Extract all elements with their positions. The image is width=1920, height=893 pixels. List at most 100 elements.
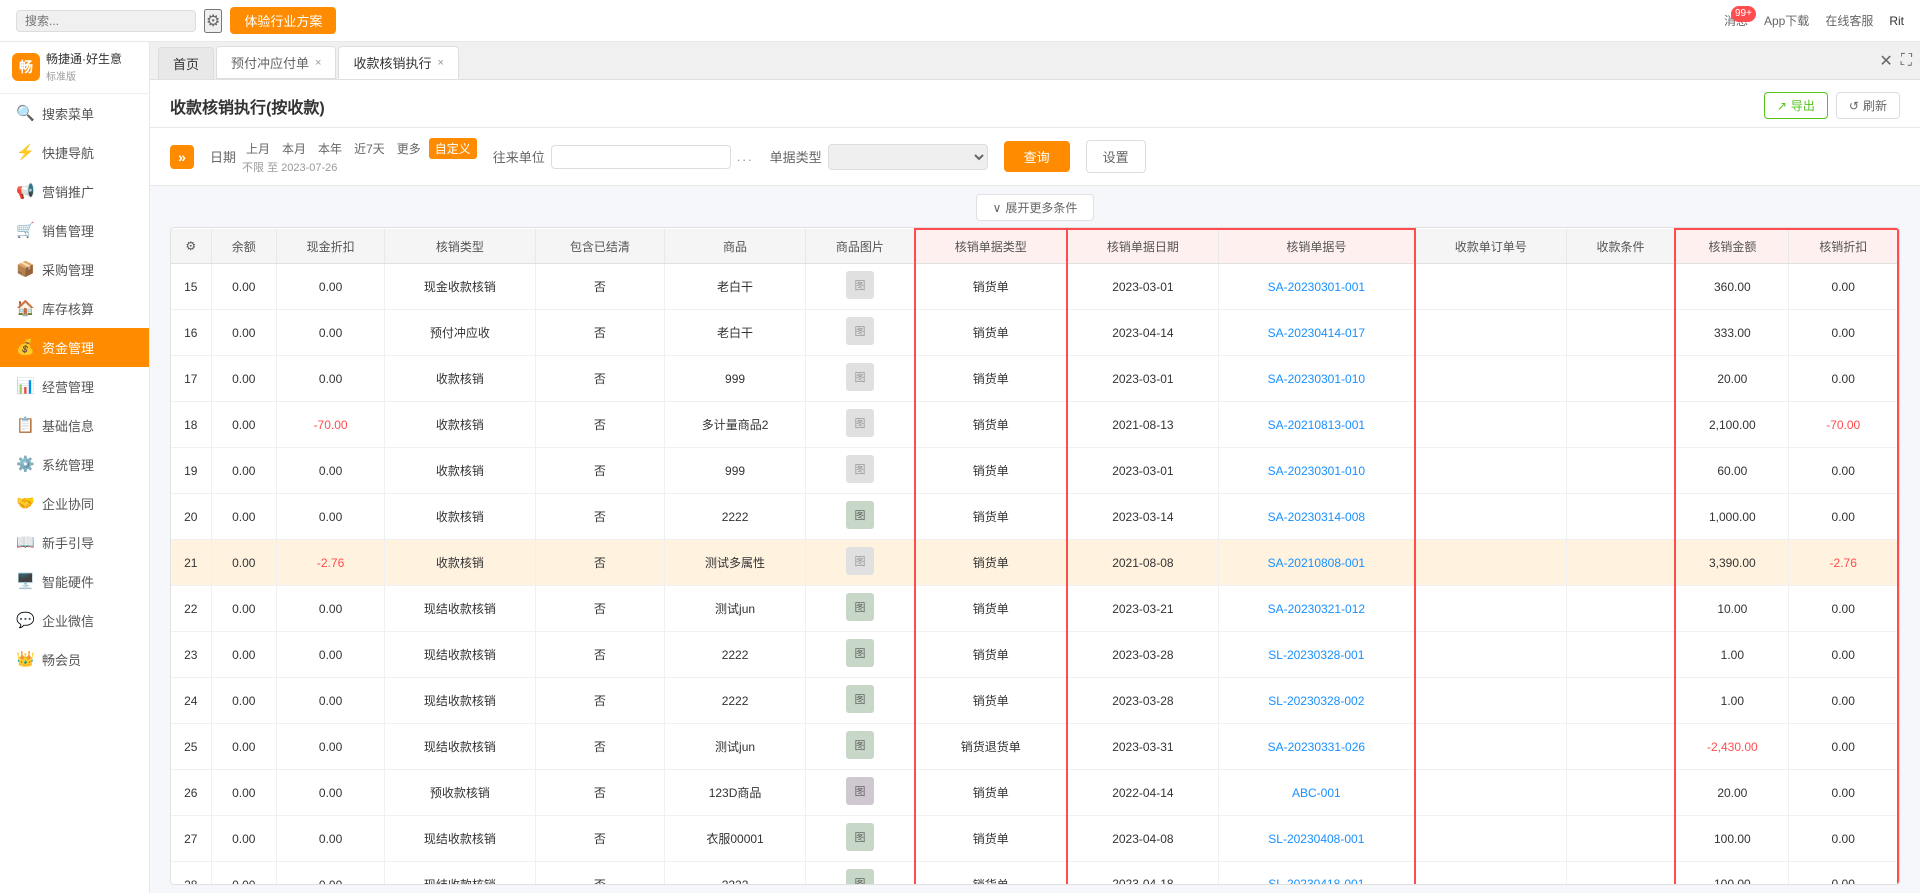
tab-close-all-icon[interactable]: ✕ <box>1879 51 1892 71</box>
sidebar-item-search[interactable]: 🔍 搜索菜单 <box>0 94 149 133</box>
cell-cancel-bill-no[interactable]: SA-20230331-026 <box>1218 724 1414 770</box>
message-icon[interactable]: 消息 99+ <box>1724 12 1748 29</box>
cancel-bill-no-link[interactable]: SL-20230418-001 <box>1268 877 1364 885</box>
cell-cancel-bill-no[interactable]: SA-20230301-010 <box>1218 448 1414 494</box>
cancel-bill-no-link[interactable]: SA-20230321-012 <box>1268 602 1365 616</box>
solution-button[interactable]: 体验行业方案 <box>230 7 336 34</box>
cell-include-settled: 否 <box>535 724 664 770</box>
cell-cash-discount: 0.00 <box>277 678 385 724</box>
sidebar-item-hardware[interactable]: 🖥️ 智能硬件 <box>0 562 149 601</box>
cell-cancel-bill-date: 2023-03-01 <box>1067 264 1218 310</box>
cancel-bill-no-link[interactable]: SA-20230331-026 <box>1268 740 1365 754</box>
cell-receipt-order-no <box>1415 402 1566 448</box>
cell-cancel-bill-no[interactable]: SA-20230414-017 <box>1218 310 1414 356</box>
tab-home[interactable]: 首页 <box>158 47 214 79</box>
sidebar-item-marketing[interactable]: 📢 营销推广 <box>0 172 149 211</box>
date-btn-last-month[interactable]: 上月 <box>242 138 274 159</box>
cancel-bill-no-link[interactable]: SL-20230328-002 <box>1268 694 1364 708</box>
enterprise-icon: 🤝 <box>16 494 34 512</box>
cell-cancel-bill-no[interactable]: SA-20230314-008 <box>1218 494 1414 540</box>
cell-id: 24 <box>171 678 211 724</box>
cell-cancel-amount: 20.00 <box>1675 770 1789 816</box>
date-btn-more[interactable]: 更多 <box>393 138 425 159</box>
marketing-icon: 📢 <box>16 182 34 200</box>
tab-prepay[interactable]: 预付冲应付单 × <box>216 46 336 79</box>
sidebar-item-inventory[interactable]: 🏠 库存核算 <box>0 289 149 328</box>
cancel-bill-no-link[interactable]: SA-20230314-008 <box>1268 510 1365 524</box>
date-btn-custom[interactable]: 自定义 <box>429 138 477 159</box>
bill-type-label: 单据类型 <box>770 147 822 166</box>
query-button[interactable]: 查询 <box>1004 141 1070 172</box>
bill-type-select[interactable] <box>828 144 988 170</box>
tab-maximize-icon[interactable]: ⛶ <box>1901 52 1912 70</box>
search-input[interactable] <box>16 10 196 32</box>
date-btn-this-month[interactable]: 本月 <box>278 138 310 159</box>
sidebar-item-enterprise[interactable]: 🤝 企业协同 <box>0 484 149 523</box>
cancel-bill-no-link[interactable]: SA-20230301-001 <box>1268 280 1365 294</box>
cell-cancel-bill-no[interactable]: SL-20230418-001 <box>1218 862 1414 886</box>
cell-receipt-order-no <box>1415 448 1566 494</box>
sidebar-item-sales[interactable]: 🛒 销售管理 <box>0 211 149 250</box>
cell-cancel-bill-type: 销货单 <box>915 402 1067 448</box>
sidebar-item-shortcut[interactable]: ⚡ 快捷导航 <box>0 133 149 172</box>
cancel-bill-no-link[interactable]: SA-20230301-010 <box>1268 372 1365 386</box>
cancel-bill-no-link[interactable]: SL-20230328-001 <box>1268 648 1364 662</box>
date-btn-this-year[interactable]: 本年 <box>314 138 346 159</box>
sidebar-label-wechat: 企业微信 <box>42 611 94 630</box>
cell-include-settled: 否 <box>535 678 664 724</box>
cell-cancel-bill-no[interactable]: SA-20210813-001 <box>1218 402 1414 448</box>
cancel-bill-no-link[interactable]: SA-20210813-001 <box>1268 418 1365 432</box>
cell-cancel-bill-no[interactable]: SL-20230328-001 <box>1218 632 1414 678</box>
sidebar-item-purchase[interactable]: 📦 采购管理 <box>0 250 149 289</box>
cancel-bill-no-link[interactable]: SA-20230301-010 <box>1268 464 1365 478</box>
settings-icon[interactable]: ⚙ <box>204 9 222 33</box>
tab-cancel-exec[interactable]: 收款核销执行 × <box>338 46 458 79</box>
cell-goods: 2222 <box>664 494 805 540</box>
cell-cancel-bill-no[interactable]: SL-20230328-002 <box>1218 678 1414 724</box>
sidebar-item-system[interactable]: ⚙️ 系统管理 <box>0 445 149 484</box>
expand-conditions-button[interactable]: ∨ 展开更多条件 <box>976 194 1095 221</box>
cell-cancel-bill-no[interactable]: ABC-001 <box>1218 770 1414 816</box>
cancel-bill-no-link[interactable]: SL-20230408-001 <box>1268 832 1364 846</box>
cell-cancel-bill-no[interactable]: SA-20230321-012 <box>1218 586 1414 632</box>
main-table: ⚙ 余额 现金折扣 核销类型 包含已结清 商品 商品图片 核销单据类型 核销单据… <box>171 228 1899 885</box>
cell-goods: 老白干 <box>664 310 805 356</box>
cell-cancel-amount: 1.00 <box>1675 632 1789 678</box>
cancel-bill-no-link[interactable]: ABC-001 <box>1292 786 1341 800</box>
tab-prepay-close[interactable]: × <box>315 57 321 69</box>
date-btn-7days[interactable]: 近7天 <box>350 138 389 159</box>
sidebar-item-finance[interactable]: 💰 资金管理 <box>0 328 149 367</box>
cancel-bill-no-link[interactable]: SA-20210808-001 <box>1268 556 1365 570</box>
cell-include-settled: 否 <box>535 402 664 448</box>
cell-cancel-bill-no[interactable]: SA-20230301-010 <box>1218 356 1414 402</box>
export-button[interactable]: ↗ 导出 <box>1764 92 1828 119</box>
cell-id: 26 <box>171 770 211 816</box>
online-service-link[interactable]: 在线客服 <box>1825 12 1873 29</box>
tab-prepay-label: 预付冲应付单 <box>231 53 309 72</box>
cell-cancel-bill-no[interactable]: SA-20210808-001 <box>1218 540 1414 586</box>
cell-cancel-bill-no[interactable]: SL-20230408-001 <box>1218 816 1414 862</box>
col-gear[interactable]: ⚙ <box>171 229 211 264</box>
cell-include-settled: 否 <box>535 770 664 816</box>
sidebar-item-basic[interactable]: 📋 基础信息 <box>0 406 149 445</box>
col-goods-img: 商品图片 <box>806 229 915 264</box>
sidebar-item-guide[interactable]: 📖 新手引导 <box>0 523 149 562</box>
app-download-link[interactable]: App下载 <box>1764 12 1809 29</box>
sidebar-item-wechat[interactable]: 💬 企业微信 <box>0 601 149 640</box>
filter-bill-type-group: 单据类型 <box>770 144 988 170</box>
cancel-bill-no-link[interactable]: SA-20230414-017 <box>1268 326 1365 340</box>
from-unit-input[interactable] <box>551 145 731 169</box>
sidebar-item-member[interactable]: 👑 畅会员 <box>0 640 149 679</box>
sidebar-item-business[interactable]: 📊 经营管理 <box>0 367 149 406</box>
cell-cancel-bill-date: 2023-03-01 <box>1067 356 1218 402</box>
col-goods: 商品 <box>664 229 805 264</box>
setting-button[interactable]: 设置 <box>1086 140 1146 173</box>
filter-expand-button[interactable]: » <box>170 145 194 169</box>
cell-goods-img: 图 <box>806 494 915 540</box>
refresh-button[interactable]: ↺ 刷新 <box>1836 92 1900 119</box>
cell-receipt-order-no <box>1415 816 1566 862</box>
cell-cancel-bill-date: 2022-04-14 <box>1067 770 1218 816</box>
cell-receipt-order-no <box>1415 770 1566 816</box>
cell-cancel-bill-no[interactable]: SA-20230301-001 <box>1218 264 1414 310</box>
tab-cancel-exec-close[interactable]: × <box>437 57 443 69</box>
